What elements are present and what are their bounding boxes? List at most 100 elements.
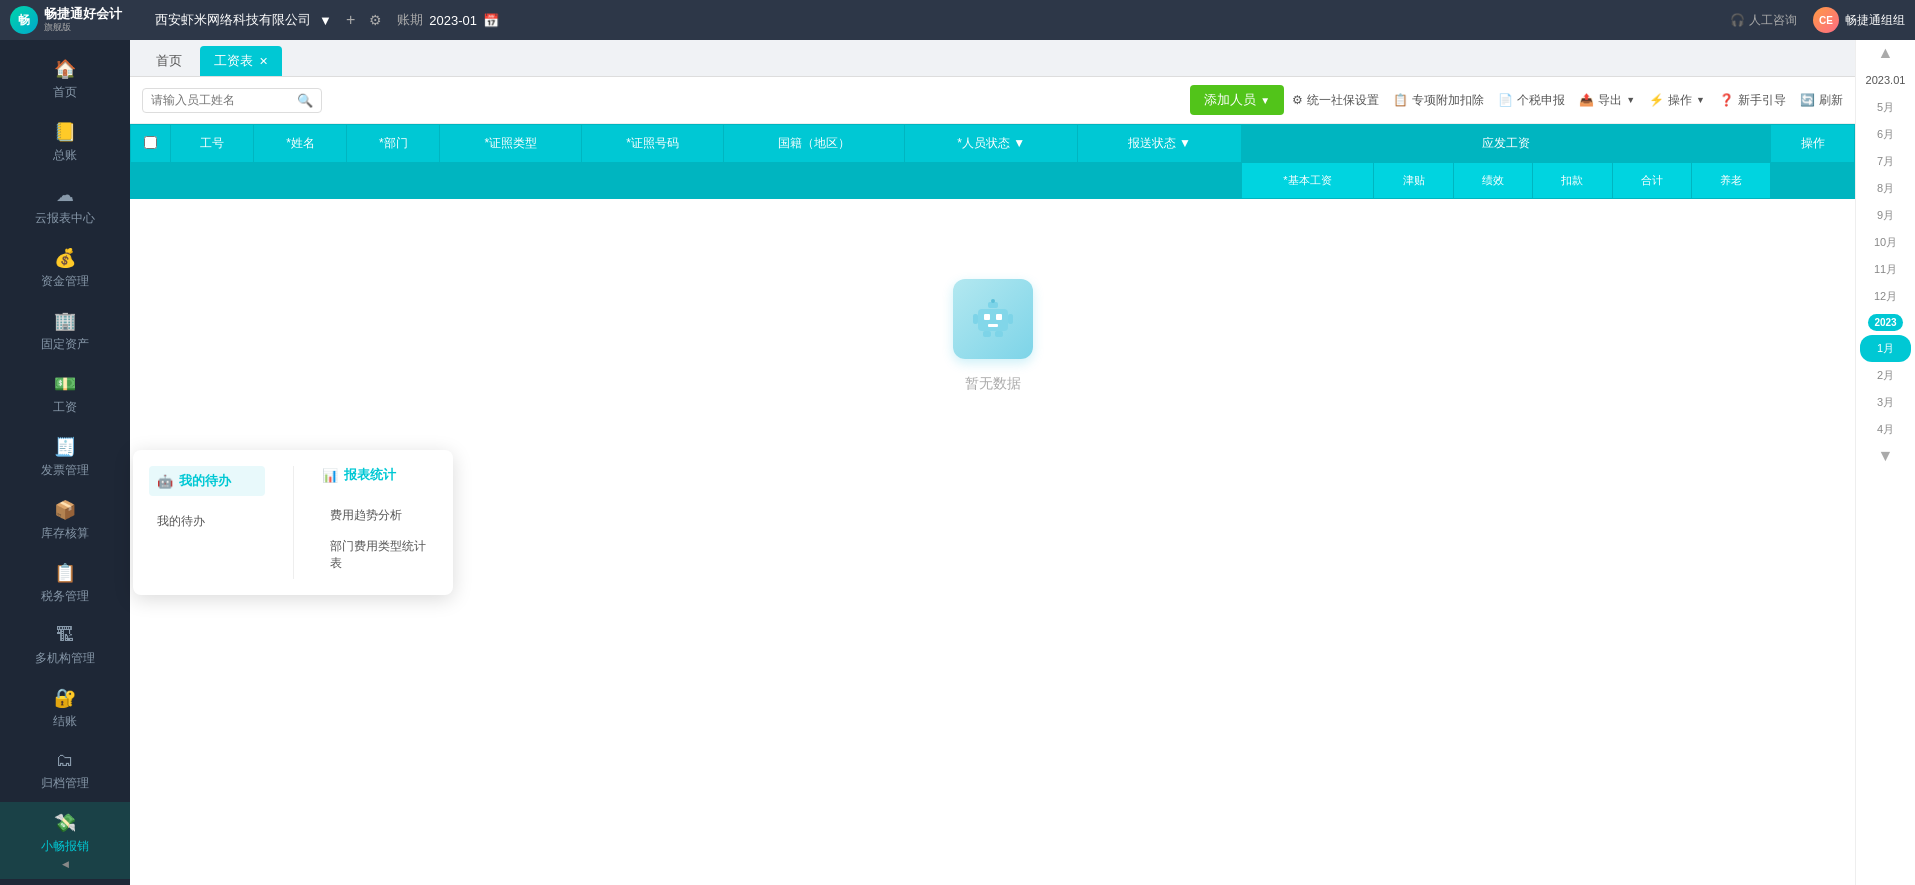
tab-close-icon[interactable]: ✕ [259, 55, 268, 68]
period-label: 账期 [397, 11, 423, 29]
sidebar-label-ledger: 总账 [53, 147, 77, 164]
sidebar-item-tax[interactable]: 📋 税务管理 [0, 552, 130, 615]
add-person-button[interactable]: 添加人员 ▼ [1190, 85, 1284, 115]
period-value[interactable]: 2023-01 [429, 13, 477, 28]
support-button[interactable]: 🎧 人工咨询 [1730, 12, 1797, 29]
guide-icon: ❓ [1719, 93, 1734, 107]
operations-label: 操作 [1668, 92, 1692, 109]
col-status[interactable]: *人员状态 ▼ [905, 125, 1078, 163]
sidebar-item-multi-org[interactable]: 🏗 多机构管理 [0, 615, 130, 677]
timeline-nav-up[interactable]: ▲ [1874, 40, 1898, 66]
timeline-month-10[interactable]: 10月 [1856, 229, 1915, 256]
toolbar-actions: ⚙ 统一社保设置 📋 专项附加扣除 📄 个税申报 📤 导出 ▼ ⚡ [1292, 92, 1843, 109]
timeline-month-4[interactable]: 4月 [1856, 416, 1915, 443]
timeline-month-11[interactable]: 11月 [1856, 256, 1915, 283]
xiaochang-icon: 💸 [54, 812, 76, 834]
special-deduction-button[interactable]: 📋 专项附加扣除 [1393, 92, 1484, 109]
svg-rect-5 [991, 299, 995, 303]
home-icon: 🏠 [54, 58, 76, 80]
operations-button[interactable]: ⚡ 操作 ▼ [1649, 92, 1705, 109]
app-sub: 旗舰版 [44, 21, 122, 34]
sub-empty-5 [440, 163, 582, 199]
sidebar-item-home[interactable]: 🏠 首页 [0, 48, 130, 111]
timeline-month-2[interactable]: 2月 [1856, 362, 1915, 389]
timeline-month-1[interactable]: 1月 [1860, 335, 1911, 362]
timeline-year-2023: 2023 [1868, 314, 1902, 331]
timeline-month-9[interactable]: 9月 [1856, 202, 1915, 229]
cost-trend-item[interactable]: 费用趋势分析 [322, 500, 438, 531]
svg-rect-1 [984, 314, 990, 320]
refresh-icon: 🔄 [1800, 93, 1815, 107]
sub-empty-10 [1771, 163, 1855, 199]
pending-header[interactable]: 🤖 我的待办 [149, 466, 265, 496]
sidebar-item-inventory[interactable]: 📦 库存核算 [0, 489, 130, 552]
salary-icon: 💵 [54, 373, 76, 395]
timeline-month-8[interactable]: 8月 [1856, 175, 1915, 202]
avatar: CE [1813, 7, 1839, 33]
multi-org-icon: 🏗 [56, 625, 74, 646]
sub-empty-9 [1078, 163, 1241, 199]
col-group-salary: 应发工资 [1241, 125, 1771, 163]
tab-salary-table[interactable]: 工资表 ✕ [200, 46, 282, 76]
app-name: 畅捷通好会计 [44, 6, 122, 22]
export-dropdown-icon: ▼ [1626, 95, 1635, 105]
col-report-status[interactable]: 报送状态 ▼ [1078, 125, 1241, 163]
calendar-icon[interactable]: 📅 [483, 13, 499, 28]
new-guide-button[interactable]: ❓ 新手引导 [1719, 92, 1786, 109]
dept-cost-item[interactable]: 部门费用类型统计表 [322, 531, 438, 579]
sidebar-item-closing[interactable]: 🔐 结账 [0, 677, 130, 740]
select-all-checkbox[interactable] [144, 136, 157, 149]
col-id-number: *证照号码 [582, 125, 724, 163]
tax-report-button[interactable]: 📄 个税申报 [1498, 92, 1565, 109]
my-pending-item[interactable]: 我的待办 [149, 506, 265, 537]
chevron-down-icon: ▼ [319, 13, 332, 28]
settings-icon[interactable]: ⚙ [369, 12, 382, 28]
export-icon: 📤 [1579, 93, 1594, 107]
user-area[interactable]: CE 畅捷通组组 [1813, 7, 1905, 33]
company-area[interactable]: 西安虾米网络科技有限公司 ▼ + ⚙ [140, 11, 397, 29]
tab-home-label: 首页 [156, 53, 182, 68]
social-security-icon: ⚙ [1292, 93, 1303, 107]
logo-text-block: 畅捷通好会计 旗舰版 [44, 6, 122, 35]
search-box: 🔍 [142, 88, 322, 113]
social-security-button[interactable]: ⚙ 统一社保设置 [1292, 92, 1379, 109]
search-input[interactable] [151, 93, 291, 107]
timeline-header: 2023.01 [1862, 66, 1910, 94]
sidebar-item-ledger[interactable]: 📒 总账 [0, 111, 130, 174]
sub-col-total: 合计 [1612, 163, 1691, 199]
logo-icon: 畅 [10, 6, 38, 34]
logo-initials: 畅 [18, 12, 30, 29]
sidebar-label-cloud-report: 云报表中心 [35, 210, 95, 227]
sub-empty-2 [171, 163, 254, 199]
special-deduction-label: 专项附加扣除 [1412, 92, 1484, 109]
sidebar-item-fixed-assets[interactable]: 🏢 固定资产 [0, 300, 130, 363]
add-company-button[interactable]: + [340, 11, 361, 29]
dropdown-menu: 🤖 我的待办 我的待办 📊 报表统计 费用趋势分析 部门费用类型统计表 [133, 450, 453, 595]
inventory-icon: 📦 [54, 499, 76, 521]
timeline-month-6[interactable]: 6月 [1856, 121, 1915, 148]
top-bar: 畅 畅捷通好会计 旗舰版 西安虾米网络科技有限公司 ▼ + ⚙ 账期 2023-… [0, 0, 1915, 40]
timeline-month-7[interactable]: 7月 [1856, 148, 1915, 175]
timeline-nav-down[interactable]: ▼ [1874, 443, 1898, 469]
col-name: *姓名 [254, 125, 347, 163]
sidebar-item-funds[interactable]: 💰 资金管理 [0, 237, 130, 300]
search-icon[interactable]: 🔍 [297, 93, 313, 108]
refresh-button[interactable]: 🔄 刷新 [1800, 92, 1843, 109]
timeline-month-5[interactable]: 5月 [1856, 94, 1915, 121]
logo-area: 畅 畅捷通好会计 旗舰版 [10, 6, 140, 35]
sidebar-item-settings[interactable]: ⚙ 基础设置 [0, 879, 130, 885]
sidebar-item-xiaochang[interactable]: 💸 小畅报销 ◀ [0, 802, 130, 879]
export-button[interactable]: 📤 导出 ▼ [1579, 92, 1635, 109]
reports-header[interactable]: 📊 报表统计 [322, 466, 438, 490]
select-all-header[interactable] [131, 125, 171, 163]
new-guide-label: 新手引导 [1738, 92, 1786, 109]
timeline-month-12[interactable]: 12月 [1856, 283, 1915, 310]
sidebar-item-salary[interactable]: 💵 工资 [0, 363, 130, 426]
tab-home[interactable]: 首页 [142, 46, 196, 76]
sidebar-item-cloud-report[interactable]: ☁ 云报表中心 [0, 174, 130, 237]
sidebar-item-archive[interactable]: 🗂 归档管理 [0, 740, 130, 802]
sidebar-label-salary: 工资 [53, 399, 77, 416]
tax-report-label: 个税申报 [1517, 92, 1565, 109]
sidebar-item-invoice[interactable]: 🧾 发票管理 [0, 426, 130, 489]
timeline-month-3[interactable]: 3月 [1856, 389, 1915, 416]
